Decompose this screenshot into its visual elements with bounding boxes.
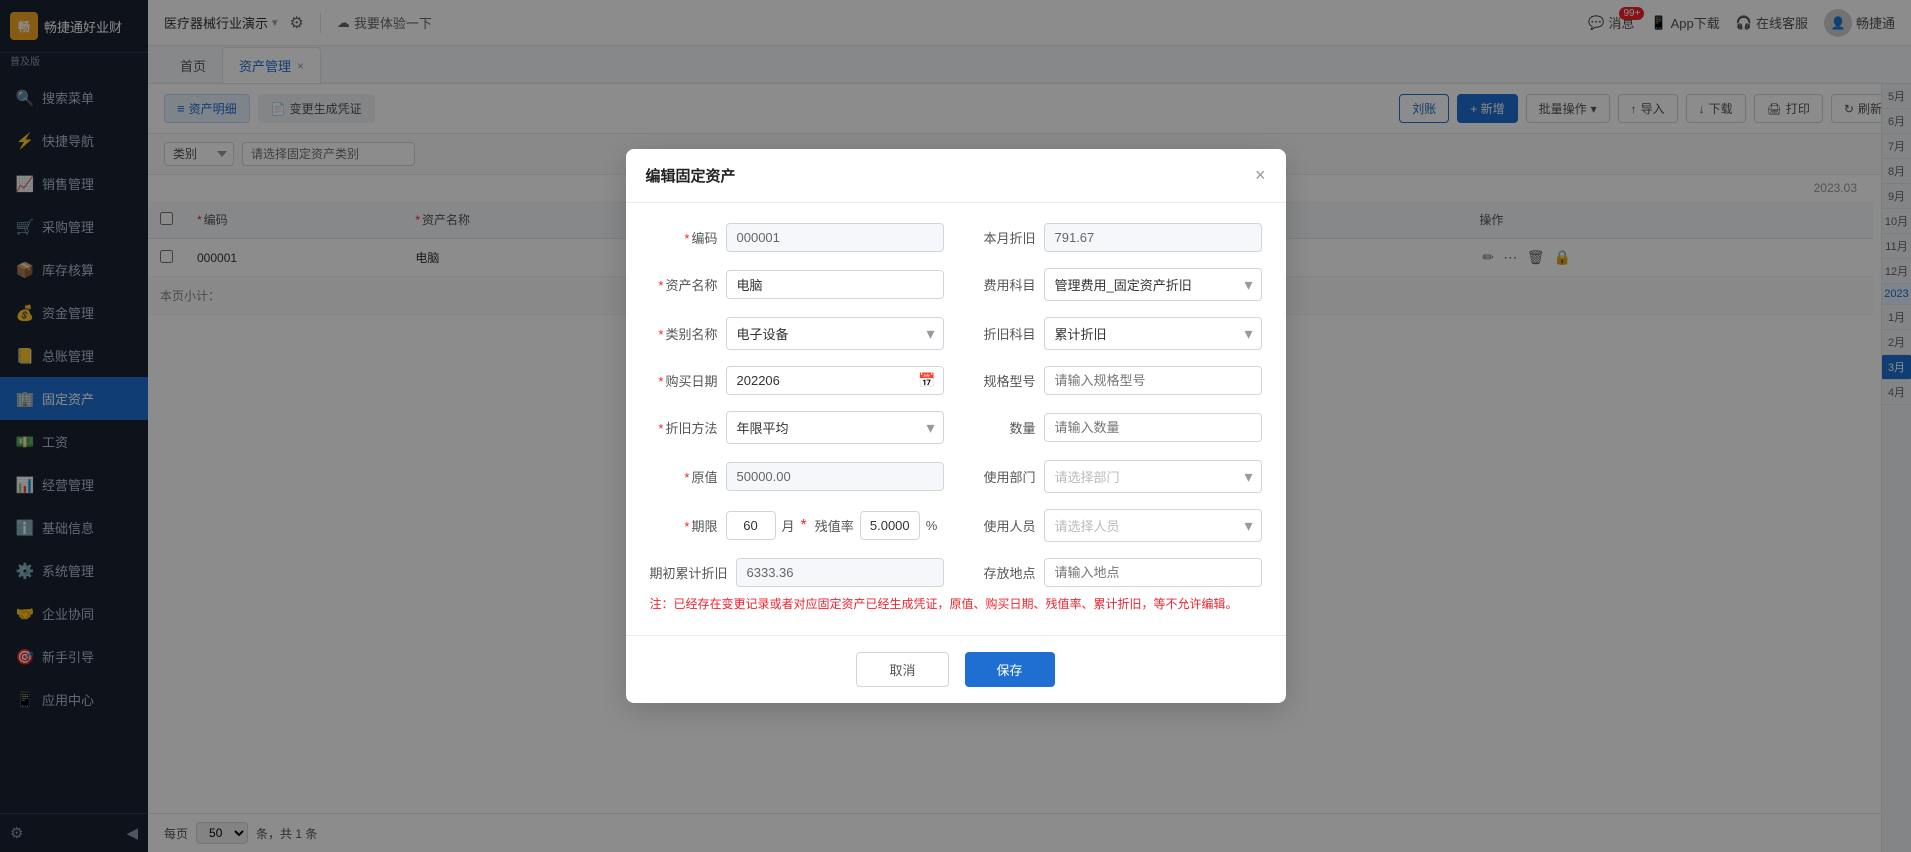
category-select[interactable]: 电子设备 ▾ <box>726 317 944 350</box>
asset-name-label: *资产名称 <box>650 275 718 294</box>
edit-asset-modal: 编辑固定资产 × *编码 本月折旧 <box>626 149 1286 702</box>
modal-footer: 取消 保存 <box>626 635 1286 703</box>
dep-method-dropdown-icon: ▾ <box>918 418 942 438</box>
dep-subject-select[interactable]: 累计折旧 ▾ <box>1044 317 1262 350</box>
modal-form: *编码 本月折旧 *资产名称 费用科 <box>650 223 1262 587</box>
field-category: *类别名称 电子设备 ▾ <box>650 317 944 350</box>
modal-body: *编码 本月折旧 *资产名称 费用科 <box>626 203 1286 634</box>
cancel-button[interactable]: 取消 <box>856 652 948 687</box>
field-spec: 规格型号 <box>968 366 1262 395</box>
field-expense-subject: 费用科目 管理费用_固定资产折旧 ▾ <box>968 268 1262 301</box>
department-label: 使用部门 <box>968 467 1036 486</box>
department-dropdown-icon: ▾ <box>1236 467 1260 487</box>
residual-required-mark: * <box>801 517 807 535</box>
residual-rate-label: 残值率 <box>815 516 854 535</box>
dep-subject-dropdown-icon: ▾ <box>1236 324 1260 344</box>
dep-subject-label: 折旧科目 <box>968 324 1036 343</box>
purchase-date-wrapper: 📅 <box>726 366 944 395</box>
calendar-icon[interactable]: 📅 <box>918 372 935 389</box>
user-placeholder: 请选择人员 <box>1045 510 1237 541</box>
purchase-date-label: *购买日期 <box>650 371 718 390</box>
modal-note: 注：已经存在变更记录或者对应固定资产已经生成凭证，原值、购买日期、残值率、累计折… <box>650 587 1262 614</box>
period-residual-inline: 月 * 残值率 % <box>726 511 944 540</box>
expense-subject-dropdown-icon: ▾ <box>1236 275 1260 295</box>
modal-header: 编辑固定资产 × <box>626 149 1286 203</box>
expense-subject-select[interactable]: 管理费用_固定资产折旧 ▾ <box>1044 268 1262 301</box>
initial-accumulated-input[interactable] <box>736 558 944 587</box>
period-unit: 月 <box>782 516 795 535</box>
period-input[interactable] <box>726 511 776 540</box>
dep-method-select[interactable]: 年限平均 ▾ <box>726 411 944 444</box>
period-label: *期限 <box>650 516 718 535</box>
field-dep-subject: 折旧科目 累计折旧 ▾ <box>968 317 1262 350</box>
user-select[interactable]: 请选择人员 ▾ <box>1044 509 1262 542</box>
modal-close-icon[interactable]: × <box>1255 165 1266 186</box>
dep-subject-value: 累计折旧 <box>1045 318 1237 349</box>
location-label: 存放地点 <box>968 563 1036 582</box>
department-select[interactable]: 请选择部门 ▾ <box>1044 460 1262 493</box>
department-placeholder: 请选择部门 <box>1045 461 1237 492</box>
quantity-input[interactable] <box>1044 413 1262 442</box>
category-value: 电子设备 <box>727 318 919 349</box>
expense-subject-label: 费用科目 <box>968 275 1036 294</box>
save-button[interactable]: 保存 <box>965 652 1055 687</box>
spec-input[interactable] <box>1044 366 1262 395</box>
modal-overlay: 编辑固定资产 × *编码 本月折旧 <box>0 0 1911 852</box>
field-original-value: *原值 <box>650 460 944 493</box>
monthly-dep-label: 本月折旧 <box>968 228 1036 247</box>
residual-rate-input[interactable] <box>860 511 920 540</box>
code-label: *编码 <box>650 228 718 247</box>
asset-name-input[interactable] <box>726 270 944 299</box>
monthly-dep-input[interactable] <box>1044 223 1262 252</box>
field-location: 存放地点 <box>968 558 1262 587</box>
spec-label: 规格型号 <box>968 371 1036 390</box>
field-user: 使用人员 请选择人员 ▾ <box>968 509 1262 542</box>
field-quantity: 数量 <box>968 411 1262 444</box>
category-label: *类别名称 <box>650 324 718 343</box>
field-monthly-depreciation: 本月折旧 <box>968 223 1262 252</box>
field-period-residual: *期限 月 * 残值率 % <box>650 509 944 542</box>
initial-accumulated-label: 期初累计折旧 <box>650 563 728 582</box>
user-personnel-label: 使用人员 <box>968 516 1036 535</box>
dep-method-label: *折旧方法 <box>650 418 718 437</box>
field-code: *编码 <box>650 223 944 252</box>
user-dropdown-icon: ▾ <box>1236 516 1260 536</box>
expense-subject-value: 管理费用_固定资产折旧 <box>1045 269 1237 300</box>
dep-method-value: 年限平均 <box>727 412 919 443</box>
code-input[interactable] <box>726 223 944 252</box>
field-department: 使用部门 请选择部门 ▾ <box>968 460 1262 493</box>
residual-rate-unit: % <box>926 518 938 533</box>
field-initial-accumulated: 期初累计折旧 <box>650 558 944 587</box>
location-input[interactable] <box>1044 558 1262 587</box>
field-purchase-date: *购买日期 📅 <box>650 366 944 395</box>
original-value-input[interactable] <box>726 462 944 491</box>
category-dropdown-icon: ▾ <box>918 324 942 344</box>
quantity-label: 数量 <box>968 418 1036 437</box>
original-value-label: *原值 <box>650 467 718 486</box>
field-asset-name: *资产名称 <box>650 268 944 301</box>
purchase-date-input[interactable] <box>726 366 944 395</box>
field-dep-method: *折旧方法 年限平均 ▾ <box>650 411 944 444</box>
modal-title: 编辑固定资产 <box>646 165 736 186</box>
